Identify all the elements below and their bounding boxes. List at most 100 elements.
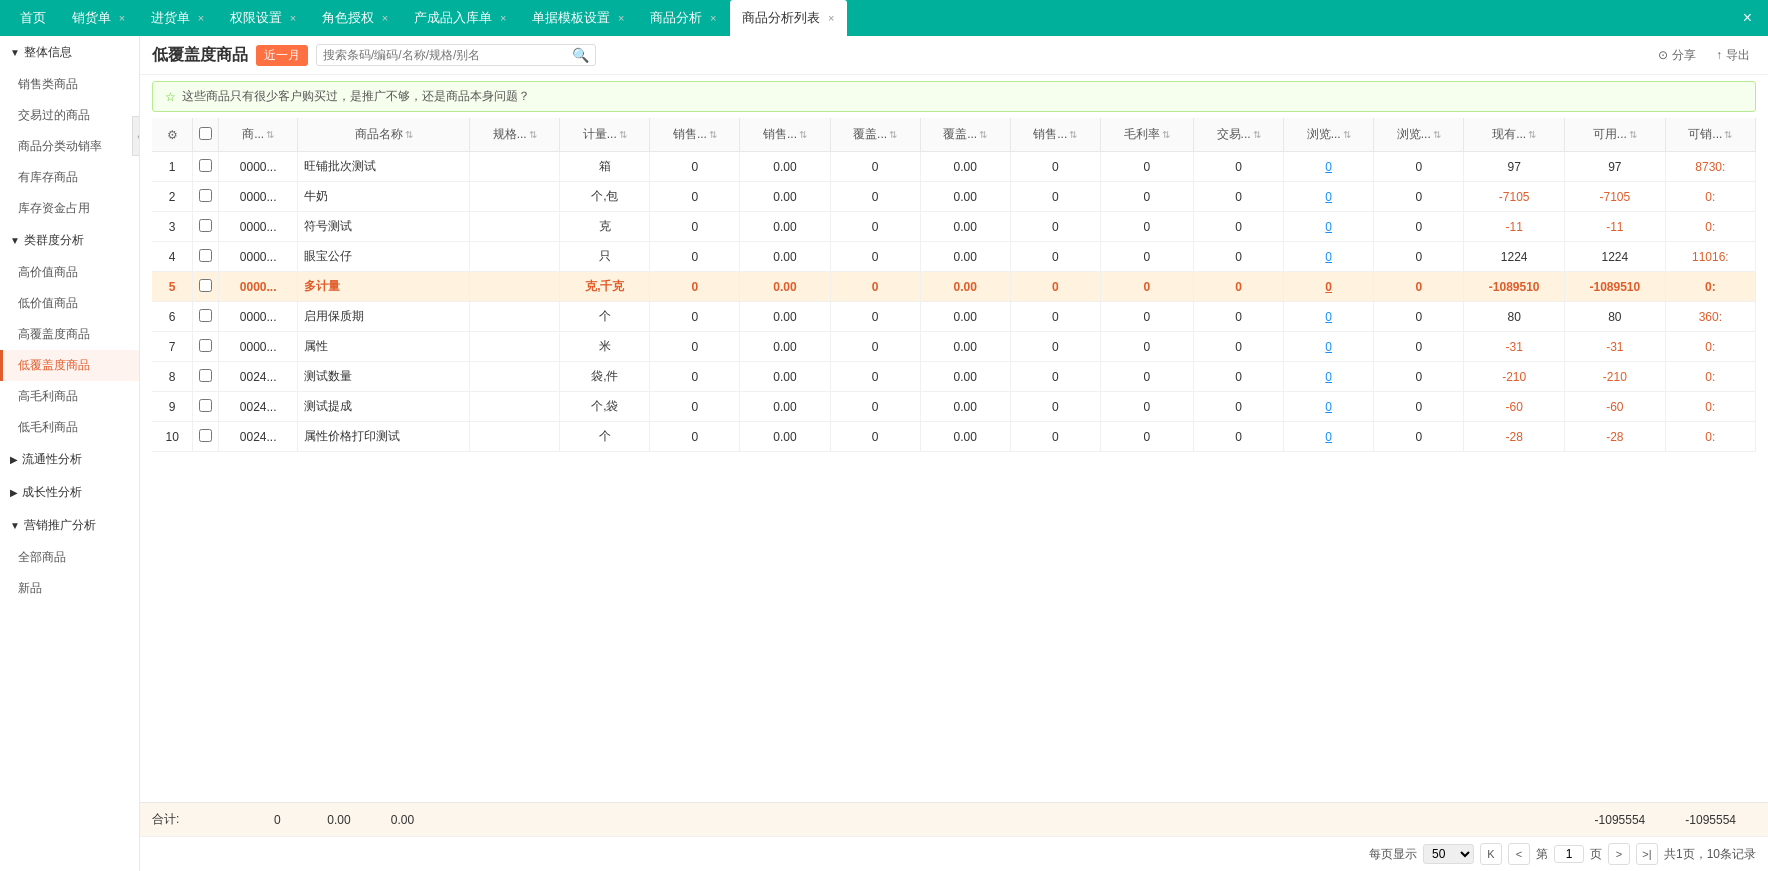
- row-select-checkbox[interactable]: [199, 279, 212, 292]
- row-browse1[interactable]: 0: [1284, 242, 1374, 272]
- share-button[interactable]: ⊙ 分享: [1652, 45, 1702, 66]
- close-icon[interactable]: ×: [710, 12, 716, 24]
- sidebar-item-high-coverage[interactable]: 高覆盖度商品: [0, 319, 139, 350]
- row-select-checkbox[interactable]: [199, 189, 212, 202]
- table-row: 5 0000... 多计量 克,千克 0 0.00 0 0.00 0 0 0 0…: [152, 272, 1756, 302]
- row-browse1[interactable]: 0: [1284, 422, 1374, 452]
- row-name[interactable]: 旺铺批次测试: [297, 152, 469, 182]
- nav-role-auth[interactable]: 角色授权 ×: [310, 0, 400, 36]
- row-checkbox[interactable]: [193, 212, 219, 242]
- sidebar-item-all-goods[interactable]: 全部商品: [0, 542, 139, 573]
- row-gross-rate: 0: [1100, 212, 1193, 242]
- row-name[interactable]: 眼宝公仔: [297, 242, 469, 272]
- search-box[interactable]: 🔍: [316, 44, 596, 66]
- close-icon[interactable]: ×: [119, 12, 125, 24]
- nav-permissions[interactable]: 权限设置 ×: [218, 0, 308, 36]
- nav-home[interactable]: 首页: [8, 0, 58, 36]
- table-settings-icon[interactable]: ⚙: [152, 118, 193, 152]
- row-browse1[interactable]: 0: [1284, 212, 1374, 242]
- row-browse1[interactable]: 0: [1284, 182, 1374, 212]
- row-checkbox[interactable]: [193, 182, 219, 212]
- row-name[interactable]: 测试数量: [297, 362, 469, 392]
- row-select-checkbox[interactable]: [199, 219, 212, 232]
- row-select-checkbox[interactable]: [199, 369, 212, 382]
- select-all-checkbox[interactable]: [199, 127, 212, 140]
- table-header-checkbox[interactable]: [193, 118, 219, 152]
- last-page-button[interactable]: >|: [1636, 843, 1658, 865]
- window-close-button[interactable]: ×: [1735, 9, 1760, 27]
- page-number-input[interactable]: [1554, 845, 1584, 863]
- close-icon[interactable]: ×: [382, 12, 388, 24]
- per-page-select[interactable]: 50 10 20 100: [1423, 844, 1474, 864]
- row-browse1[interactable]: 0: [1284, 392, 1374, 422]
- next-page-button[interactable]: >: [1608, 843, 1630, 865]
- row-name[interactable]: 牛奶: [297, 182, 469, 212]
- row-select-checkbox[interactable]: [199, 159, 212, 172]
- row-browse2: 0: [1374, 272, 1464, 302]
- search-input[interactable]: [323, 48, 572, 62]
- sidebar-section-growth[interactable]: ▶ 成长性分析: [0, 476, 139, 509]
- row-checkbox[interactable]: [193, 332, 219, 362]
- nav-purchase-order[interactable]: 进货单 ×: [139, 0, 216, 36]
- nav-product-warehouse[interactable]: 产成品入库单 ×: [402, 0, 518, 36]
- row-browse1[interactable]: 0: [1284, 362, 1374, 392]
- sidebar-item-category-rate[interactable]: 商品分类动销率: [0, 131, 139, 162]
- row-name[interactable]: 多计量: [297, 272, 469, 302]
- row-browse1[interactable]: 0: [1284, 332, 1374, 362]
- sidebar-section-liquidity[interactable]: ▶ 流通性分析: [0, 443, 139, 476]
- sidebar-item-traded-goods[interactable]: 交易过的商品: [0, 100, 139, 131]
- row-checkbox[interactable]: [193, 272, 219, 302]
- sidebar-item-has-stock[interactable]: 有库存商品: [0, 162, 139, 193]
- export-button[interactable]: ↑ 导出: [1710, 45, 1756, 66]
- nav-sales-order[interactable]: 销货单 ×: [60, 0, 137, 36]
- close-icon[interactable]: ×: [290, 12, 296, 24]
- row-select-checkbox[interactable]: [199, 429, 212, 442]
- row-name[interactable]: 测试提成: [297, 392, 469, 422]
- row-no: 4: [152, 242, 193, 272]
- row-name[interactable]: 属性价格打印测试: [297, 422, 469, 452]
- sidebar-item-low-coverage[interactable]: 低覆盖度商品: [0, 350, 139, 381]
- close-icon[interactable]: ×: [618, 12, 624, 24]
- row-select-checkbox[interactable]: [199, 339, 212, 352]
- chevron-down-icon: ▼: [10, 520, 20, 531]
- row-select-checkbox[interactable]: [199, 309, 212, 322]
- sidebar-item-high-margin[interactable]: 高毛利商品: [0, 381, 139, 412]
- nav-product-analysis-list[interactable]: 商品分析列表 ×: [730, 0, 846, 36]
- sidebar-item-new-goods[interactable]: 新品: [0, 573, 139, 604]
- row-name[interactable]: 启用保质期: [297, 302, 469, 332]
- row-code: 0000...: [219, 302, 298, 332]
- chevron-down-icon: ▼: [10, 47, 20, 58]
- nav-template-settings[interactable]: 单据模板设置 ×: [520, 0, 636, 36]
- row-select-checkbox[interactable]: [199, 249, 212, 262]
- row-browse1[interactable]: 0: [1284, 272, 1374, 302]
- row-checkbox[interactable]: [193, 392, 219, 422]
- sidebar-section-overall[interactable]: ▼ 整体信息: [0, 36, 139, 69]
- row-checkbox[interactable]: [193, 152, 219, 182]
- first-page-button[interactable]: K: [1480, 843, 1502, 865]
- sidebar-section-marketing[interactable]: ▼ 营销推广分析: [0, 509, 139, 542]
- close-icon[interactable]: ×: [198, 12, 204, 24]
- sidebar-section-cluster[interactable]: ▼ 类群度分析: [0, 224, 139, 257]
- prev-page-button[interactable]: <: [1508, 843, 1530, 865]
- row-name[interactable]: 符号测试: [297, 212, 469, 242]
- sidebar-collapse-button[interactable]: «: [132, 116, 140, 156]
- row-checkbox[interactable]: [193, 362, 219, 392]
- sidebar-item-sales-goods[interactable]: 销售类商品: [0, 69, 139, 100]
- sidebar-item-stock-funds[interactable]: 库存资金占用: [0, 193, 139, 224]
- sidebar-item-low-value[interactable]: 低价值商品: [0, 288, 139, 319]
- row-checkbox[interactable]: [193, 422, 219, 452]
- row-sales3: 0: [1010, 182, 1100, 212]
- nav-product-analysis[interactable]: 商品分析 ×: [638, 0, 728, 36]
- time-filter-button[interactable]: 近一月: [256, 45, 308, 66]
- table-header-usable: 可用...⇅: [1565, 118, 1666, 152]
- row-name[interactable]: 属性: [297, 332, 469, 362]
- row-select-checkbox[interactable]: [199, 399, 212, 412]
- row-checkbox[interactable]: [193, 242, 219, 272]
- close-icon[interactable]: ×: [500, 12, 506, 24]
- sidebar-item-high-value[interactable]: 高价值商品: [0, 257, 139, 288]
- row-browse1[interactable]: 0: [1284, 302, 1374, 332]
- close-icon[interactable]: ×: [828, 12, 834, 24]
- row-checkbox[interactable]: [193, 302, 219, 332]
- row-browse1[interactable]: 0: [1284, 152, 1374, 182]
- sidebar-item-low-margin[interactable]: 低毛利商品: [0, 412, 139, 443]
